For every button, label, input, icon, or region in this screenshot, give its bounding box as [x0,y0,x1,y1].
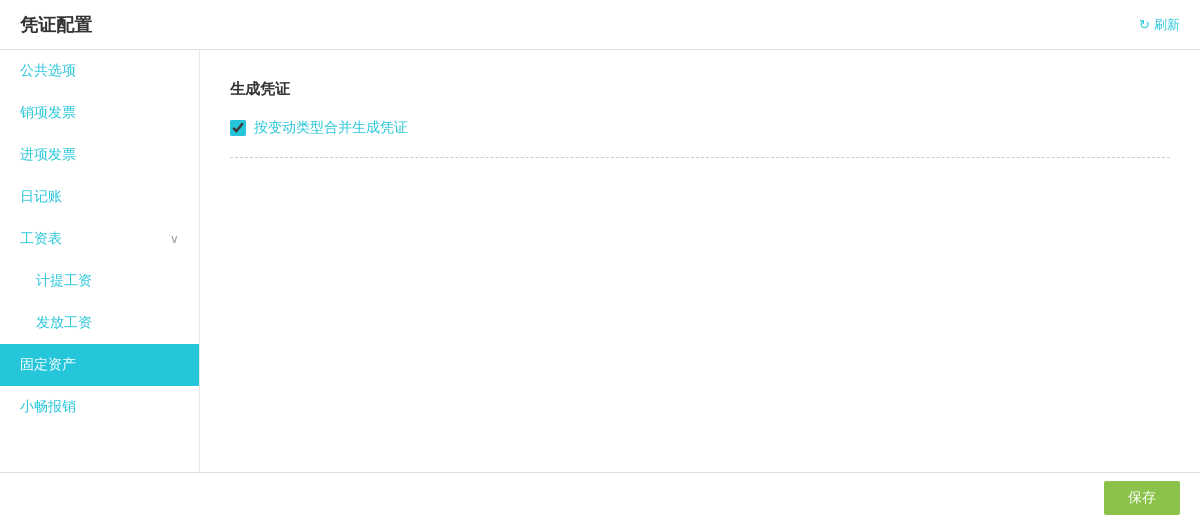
section-divider [230,157,1170,158]
refresh-label: 刷新 [1154,16,1180,34]
merge-voucher-checkbox[interactable] [230,120,246,136]
sidebar-label-fixed-assets: 固定资产 [20,356,76,374]
main-content: 生成凭证 按变动类型合并生成凭证 [200,50,1200,472]
sidebar-label-payroll-accrual: 计提工资 [36,272,92,290]
sidebar-item-purchase-invoice[interactable]: 进项发票 [0,134,199,176]
sidebar-label-payroll: 工资表 [20,230,62,248]
footer: 保存 [0,472,1200,522]
sidebar-item-fixed-assets[interactable]: 固定资产 [0,344,199,386]
header: 凭证配置 ↻ 刷新 [0,0,1200,50]
sidebar-label-payroll-distribute: 发放工资 [36,314,92,332]
sidebar-item-expense-report[interactable]: 小畅报销 [0,386,199,428]
refresh-button[interactable]: ↻ 刷新 [1139,16,1180,34]
refresh-icon: ↻ [1139,17,1150,32]
merge-voucher-label[interactable]: 按变动类型合并生成凭证 [254,119,408,137]
sidebar-item-public-options[interactable]: 公共选项 [0,50,199,92]
body: 公共选项销项发票进项发票日记账工资表 ∨ 计提工资发放工资固定资产小畅报销 生成凭证… [0,50,1200,472]
sidebar-item-payroll-distribute[interactable]: 发放工资 [0,302,199,344]
sidebar-label-journal: 日记账 [20,188,62,206]
sidebar-item-payroll-accrual[interactable]: 计提工资 [0,260,199,302]
sidebar-label-purchase-invoice: 进项发票 [20,146,76,164]
page-wrapper: 凭证配置 ↻ 刷新 公共选项销项发票进项发票日记账工资表 ∨ 计提工资发放工资固定资… [0,0,1200,522]
page-title: 凭证配置 [20,13,92,37]
sidebar-label-sales-invoice: 销项发票 [20,104,76,122]
sidebar-item-payroll[interactable]: 工资表 ∨ [0,218,199,260]
sidebar: 公共选项销项发票进项发票日记账工资表 ∨ 计提工资发放工资固定资产小畅报销 [0,50,200,472]
sidebar-item-journal[interactable]: 日记账 [0,176,199,218]
chevron-down-icon: ∨ [170,232,179,246]
sidebar-item-sales-invoice[interactable]: 销项发票 [0,92,199,134]
merge-voucher-row: 按变动类型合并生成凭证 [230,119,1170,137]
save-button[interactable]: 保存 [1104,481,1180,515]
sidebar-label-public-options: 公共选项 [20,62,76,80]
section-title: 生成凭证 [230,80,1170,99]
sidebar-label-expense-report: 小畅报销 [20,398,76,416]
